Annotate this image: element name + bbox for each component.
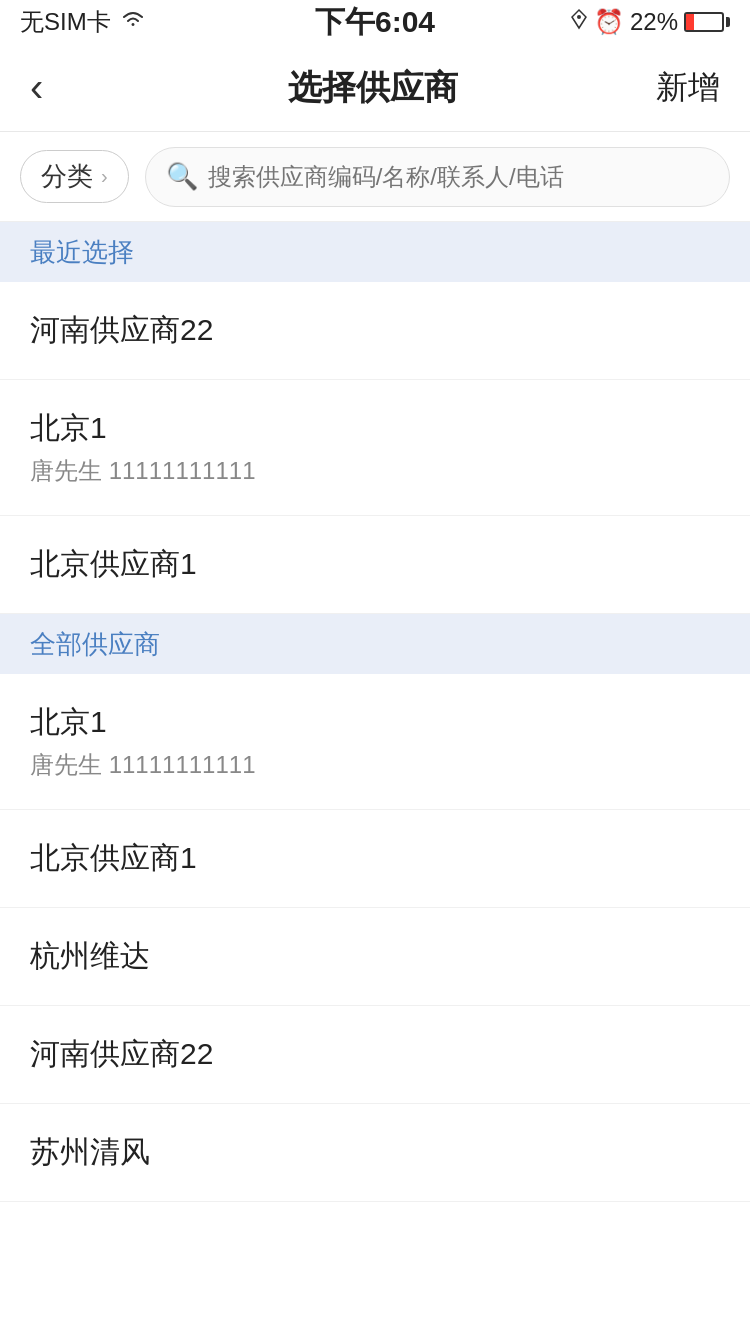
- status-left: 无SIM卡: [20, 6, 147, 38]
- status-time: 下午6:04: [315, 2, 435, 43]
- supplier-name: 河南供应商22: [30, 1034, 720, 1075]
- status-right: ⏰ 22%: [570, 8, 730, 36]
- supplier-name: 北京1: [30, 408, 720, 449]
- location-icon: [570, 8, 588, 36]
- section-header-text-recent: 最近选择: [30, 235, 134, 270]
- status-bar: 无SIM卡 下午6:04 ⏰ 22%: [0, 0, 750, 44]
- add-button[interactable]: 新增: [656, 66, 720, 110]
- search-box: 🔍: [145, 147, 730, 207]
- search-input[interactable]: [208, 163, 709, 191]
- battery-percentage: 22%: [630, 8, 678, 36]
- section-header-all: 全部供应商: [0, 614, 750, 674]
- list-item[interactable]: 苏州清风: [0, 1104, 750, 1202]
- supplier-name: 北京供应商1: [30, 838, 720, 879]
- page-title: 选择供应商: [288, 65, 458, 111]
- svg-point-0: [577, 15, 581, 19]
- list-item[interactable]: 北京1 唐先生 11111111111: [0, 674, 750, 810]
- supplier-name: 北京供应商1: [30, 544, 720, 585]
- search-icon: 🔍: [166, 161, 198, 192]
- supplier-name: 河南供应商22: [30, 310, 720, 351]
- list-item[interactable]: 北京供应商1: [0, 516, 750, 614]
- section-header-recent: 最近选择: [0, 222, 750, 282]
- supplier-sub: 唐先生 11111111111: [30, 455, 720, 487]
- back-button[interactable]: ‹: [30, 65, 90, 110]
- category-button[interactable]: 分类 ›: [20, 150, 129, 203]
- list-item[interactable]: 北京供应商1: [0, 810, 750, 908]
- alarm-icon: ⏰: [594, 8, 624, 36]
- list-item[interactable]: 河南供应商22: [0, 1006, 750, 1104]
- battery-icon: [684, 12, 730, 32]
- carrier-text: 无SIM卡: [20, 6, 111, 38]
- list-item[interactable]: 杭州维达: [0, 908, 750, 1006]
- list-item[interactable]: 河南供应商22: [0, 282, 750, 380]
- chevron-right-icon: ›: [101, 165, 108, 188]
- section-header-text-all: 全部供应商: [30, 627, 160, 662]
- supplier-sub: 唐先生 11111111111: [30, 749, 720, 781]
- wifi-icon: [119, 8, 147, 36]
- supplier-name: 杭州维达: [30, 936, 720, 977]
- supplier-name: 北京1: [30, 702, 720, 743]
- category-label: 分类: [41, 159, 93, 194]
- supplier-name: 苏州清风: [30, 1132, 720, 1173]
- list-item[interactable]: 北京1 唐先生 11111111111: [0, 380, 750, 516]
- nav-bar: ‹ 选择供应商 新增: [0, 44, 750, 132]
- supplier-list: 最近选择河南供应商22 北京1 唐先生 11111111111 北京供应商1 全部供应商…: [0, 222, 750, 1202]
- filter-bar: 分类 › 🔍: [0, 132, 750, 222]
